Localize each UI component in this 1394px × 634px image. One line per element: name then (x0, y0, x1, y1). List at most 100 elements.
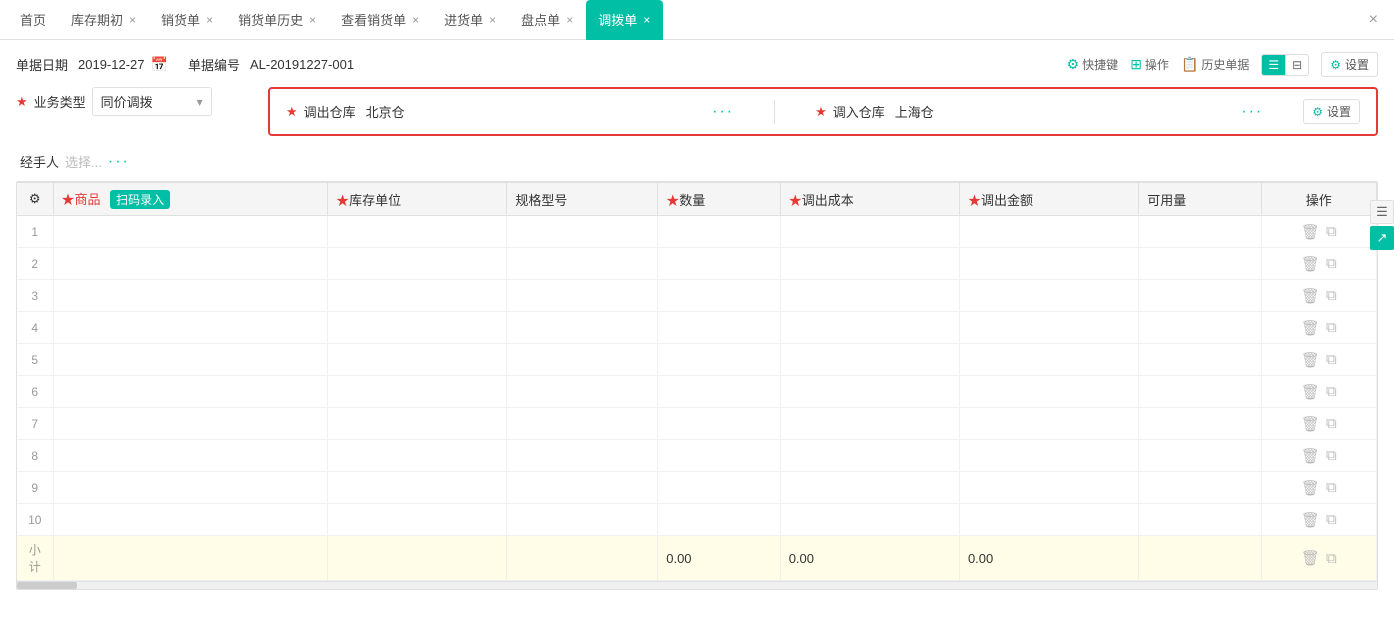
row-qty[interactable] (658, 280, 780, 312)
tab-purchase-close[interactable]: × (489, 13, 496, 27)
row-available[interactable] (1139, 248, 1261, 280)
row-spec[interactable] (507, 312, 658, 344)
summary-delete-icon[interactable]: 🗑 (1301, 549, 1320, 567)
source-warehouse-more-btn[interactable]: ··· (712, 103, 734, 121)
bottom-scrollbar[interactable] (17, 581, 1377, 589)
row-available[interactable] (1139, 408, 1261, 440)
tab-stocktake-close[interactable]: × (566, 13, 573, 27)
summary-copy-icon[interactable]: ⧉ (1326, 550, 1337, 567)
row-available[interactable] (1139, 376, 1261, 408)
row-product[interactable] (53, 472, 328, 504)
row-amount[interactable] (959, 216, 1138, 248)
row-copy-icon[interactable]: ⧉ (1326, 511, 1337, 528)
row-unit[interactable] (328, 376, 507, 408)
row-available[interactable] (1139, 344, 1261, 376)
biz-type-select[interactable]: 同价调拨 ▾ (92, 87, 212, 116)
row-cost[interactable] (780, 312, 959, 344)
warehouse-settings-button[interactable]: ⚙ 设置 (1303, 99, 1360, 124)
tab-transfer[interactable]: 调拨单 × (586, 0, 663, 40)
row-spec[interactable] (507, 504, 658, 536)
operations-action[interactable]: ⊞ 操作 (1130, 56, 1169, 73)
row-qty[interactable] (658, 440, 780, 472)
row-amount[interactable] (959, 280, 1138, 312)
row-delete-icon[interactable]: 🗑 (1301, 511, 1320, 529)
row-cost[interactable] (780, 472, 959, 504)
row-cost[interactable] (780, 376, 959, 408)
target-warehouse-more-btn[interactable]: ··· (1241, 103, 1263, 121)
tab-transfer-close[interactable]: × (643, 13, 650, 27)
row-delete-icon[interactable]: 🗑 (1301, 351, 1320, 369)
row-copy-icon[interactable]: ⧉ (1326, 255, 1337, 272)
tab-home[interactable]: 首页 (8, 0, 59, 40)
tab-stocktake[interactable]: 盘点单 × (509, 0, 586, 40)
row-unit[interactable] (328, 344, 507, 376)
row-unit[interactable] (328, 312, 507, 344)
row-amount[interactable] (959, 312, 1138, 344)
row-unit[interactable] (328, 408, 507, 440)
row-copy-icon[interactable]: ⧉ (1326, 479, 1337, 496)
history-action[interactable]: 📋 历史单据 (1181, 56, 1249, 73)
tab-sales-order[interactable]: 销货单 × (149, 0, 226, 40)
row-spec[interactable] (507, 248, 658, 280)
tab-view-sales-close[interactable]: × (412, 13, 419, 27)
row-delete-icon[interactable]: 🗑 (1301, 415, 1320, 433)
row-qty[interactable] (658, 216, 780, 248)
row-spec[interactable] (507, 376, 658, 408)
row-amount[interactable] (959, 472, 1138, 504)
row-copy-icon[interactable]: ⧉ (1326, 383, 1337, 400)
row-delete-icon[interactable]: 🗑 (1301, 223, 1320, 241)
tab-sales-history[interactable]: 销货单历史 × (226, 0, 329, 40)
calendar-icon[interactable]: 📅 (151, 56, 168, 73)
row-product[interactable] (53, 440, 328, 472)
row-spec[interactable] (507, 440, 658, 472)
tab-inventory-init[interactable]: 库存期初 × (59, 0, 149, 40)
row-cost[interactable] (780, 344, 959, 376)
tabbar-close-btn[interactable]: × (1361, 11, 1386, 29)
row-copy-icon[interactable]: ⧉ (1326, 415, 1337, 432)
row-cost[interactable] (780, 408, 959, 440)
row-product[interactable] (53, 312, 328, 344)
row-product[interactable] (53, 408, 328, 440)
row-delete-icon[interactable]: 🗑 (1301, 447, 1320, 465)
row-delete-icon[interactable]: 🗑 (1301, 319, 1320, 337)
row-delete-icon[interactable]: 🗑 (1301, 255, 1320, 273)
row-cost[interactable] (780, 216, 959, 248)
sidebar-export-icon[interactable]: ↗ (1370, 226, 1394, 250)
row-amount[interactable] (959, 248, 1138, 280)
row-unit[interactable] (328, 472, 507, 504)
view-grid-btn[interactable]: ⊟ (1286, 55, 1308, 75)
scan-entry-btn[interactable]: 扫码录入 (110, 190, 170, 209)
agent-value[interactable]: 选择... (65, 152, 102, 171)
row-qty[interactable] (658, 344, 780, 376)
row-qty[interactable] (658, 472, 780, 504)
row-available[interactable] (1139, 472, 1261, 504)
row-qty[interactable] (658, 504, 780, 536)
row-unit[interactable] (328, 504, 507, 536)
row-amount[interactable] (959, 504, 1138, 536)
shortcuts-action[interactable]: ⚙ 快捷键 (1067, 56, 1119, 73)
row-amount[interactable] (959, 344, 1138, 376)
view-list-btn[interactable]: ☰ (1262, 55, 1286, 75)
row-product[interactable] (53, 248, 328, 280)
row-spec[interactable] (507, 280, 658, 312)
tab-view-sales[interactable]: 查看销货单 × (329, 0, 432, 40)
settings-button[interactable]: ⚙ 设置 (1321, 52, 1378, 77)
row-product[interactable] (53, 376, 328, 408)
row-spec[interactable] (507, 472, 658, 504)
row-delete-icon[interactable]: 🗑 (1301, 479, 1320, 497)
row-spec[interactable] (507, 408, 658, 440)
row-product[interactable] (53, 504, 328, 536)
tab-sales-order-close[interactable]: × (206, 13, 213, 27)
row-delete-icon[interactable]: 🗑 (1301, 383, 1320, 401)
tab-inventory-init-close[interactable]: × (129, 13, 136, 27)
row-product[interactable] (53, 344, 328, 376)
row-amount[interactable] (959, 408, 1138, 440)
row-product[interactable] (53, 216, 328, 248)
row-unit[interactable] (328, 440, 507, 472)
row-available[interactable] (1139, 504, 1261, 536)
row-qty[interactable] (658, 312, 780, 344)
sidebar-list-icon[interactable]: ☰ (1370, 200, 1394, 224)
row-cost[interactable] (780, 280, 959, 312)
row-cost[interactable] (780, 504, 959, 536)
tab-purchase[interactable]: 进货单 × (432, 0, 509, 40)
